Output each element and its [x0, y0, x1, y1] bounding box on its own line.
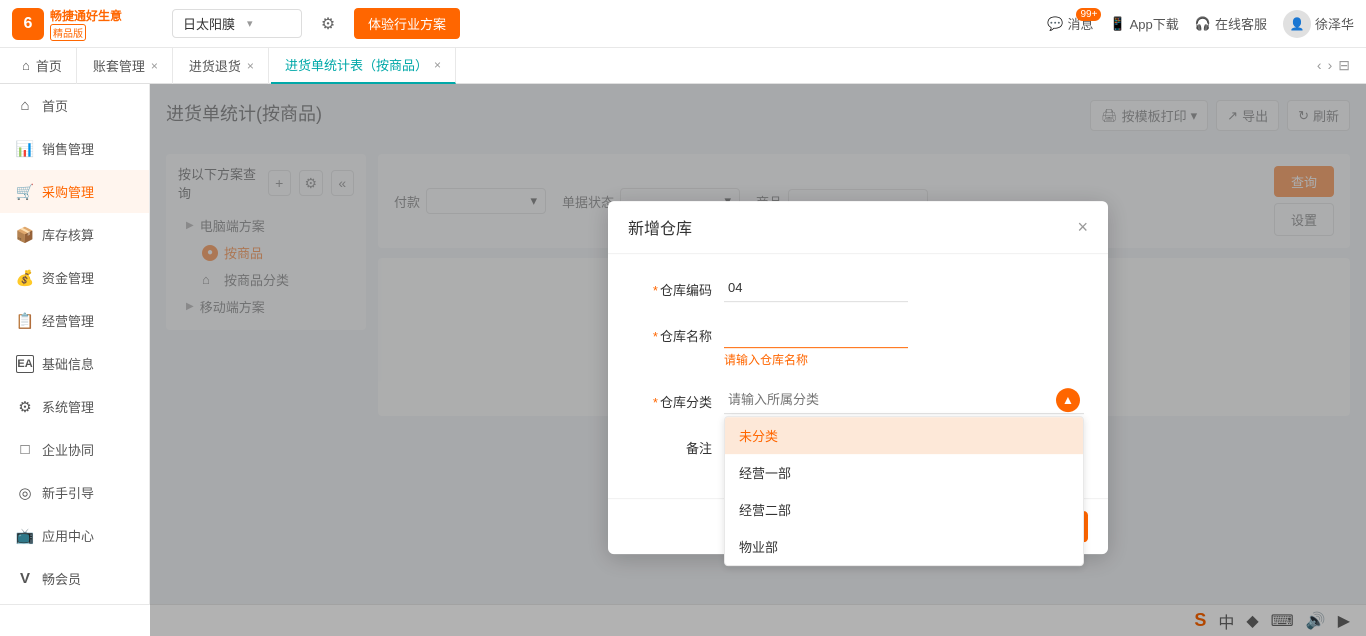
logo-text: 畅捷通好生意 精品版 [50, 7, 122, 41]
sales-icon: 📊 [16, 140, 34, 158]
guide-icon: ◎ [16, 484, 34, 502]
name-row: *仓库名称 请输入仓库名称 [632, 320, 1084, 368]
tab-next-button[interactable]: › [1328, 57, 1333, 74]
sidebar-item-apps[interactable]: 📺 应用中心 [0, 514, 149, 557]
modal-body: *仓库编码 *仓库名称 请输入仓库名称 [608, 254, 1108, 498]
code-input-wrap [724, 274, 1084, 302]
tab-purchase-stats[interactable]: 进货单统计表（按商品） × [271, 48, 456, 84]
store-selector[interactable]: 日太阳膜 ▾ [172, 9, 302, 38]
category-row: *仓库分类 ▲ 未分类 经营一部 经营二部 物业部 [632, 386, 1084, 414]
top-right-area: 💬 消息 99+ 📱 App下载 🎧 在线客服 👤 徐泽华 [1047, 10, 1354, 38]
sidebar-item-guide[interactable]: ◎ 新手引导 [0, 471, 149, 514]
code-label: *仓库编码 [632, 274, 712, 299]
purchase-icon: 🛒 [16, 183, 34, 201]
modal-title: 新增仓库 [628, 215, 692, 239]
sidebar-item-home[interactable]: ⌂ 首页 [0, 84, 149, 127]
category-label: *仓库分类 [632, 386, 712, 411]
top-bar: 6 畅捷通好生意 精品版 日太阳膜 ▾ ⚙ 体验行业方案 💬 消息 99+ 📱 … [0, 0, 1366, 48]
inventory-icon: 📦 [16, 226, 34, 244]
basic-info-icon: EA [16, 355, 34, 373]
sidebar-item-basic-info[interactable]: EA 基础信息 [0, 342, 149, 385]
phone-icon: 📱 [1109, 16, 1125, 32]
code-row: *仓库编码 [632, 274, 1084, 302]
home-icon: ⌂ [16, 97, 34, 115]
apps-icon: 📺 [16, 527, 34, 545]
system-icon: ⚙ [16, 398, 34, 416]
sidebar-item-vip[interactable]: V 畅会员 [0, 557, 149, 600]
modal-close-button[interactable]: × [1077, 217, 1088, 238]
tab-close-purchase-return[interactable]: × [247, 59, 254, 73]
dropdown-item-0[interactable]: 未分类 [725, 417, 1083, 454]
online-service-button[interactable]: 🎧 在线客服 [1195, 14, 1267, 33]
notes-label: 备注 [632, 432, 712, 457]
sidebar-item-inventory[interactable]: 📦 库存核算 [0, 213, 149, 256]
sidebar-item-sales[interactable]: 📊 销售管理 [0, 127, 149, 170]
vip-icon: V [16, 570, 34, 588]
avatar: 👤 [1283, 10, 1311, 38]
dropdown-item-3[interactable]: 物业部 [725, 528, 1083, 565]
sidebar-item-finance[interactable]: 💰 资金管理 [0, 256, 149, 299]
app-download-button[interactable]: 📱 App下载 [1109, 14, 1178, 33]
new-warehouse-modal: 新增仓库 × *仓库编码 *仓库名称 [608, 201, 1108, 554]
content-area: 进货单统计(按商品) 🖨 按模板打印 ▾ ↗ 导出 ↻ 刷新 [150, 84, 1366, 636]
tab-purchase-return[interactable]: 进货退货 × [175, 48, 269, 84]
tab-close-accounts[interactable]: × [151, 59, 158, 73]
tab-menu-button[interactable]: ⊟ [1338, 57, 1350, 74]
trial-button[interactable]: 体验行业方案 [354, 8, 460, 39]
message-button[interactable]: 💬 消息 99+ [1047, 14, 1093, 33]
gear-icon: ⚙ [321, 14, 335, 34]
tab-close-purchase-stats[interactable]: × [434, 58, 441, 72]
category-dropdown: 未分类 经营一部 经营二部 物业部 [724, 416, 1084, 566]
logo-icon: 6 [12, 8, 44, 40]
home-icon: ⌂ [22, 58, 30, 73]
gear-button[interactable]: ⚙ [312, 8, 344, 40]
management-icon: 📋 [16, 312, 34, 330]
tab-accounts[interactable]: 账套管理 × [79, 48, 173, 84]
sidebar-item-enterprise[interactable]: □ 企业协同 [0, 428, 149, 471]
tab-prev-button[interactable]: ‹ [1317, 57, 1322, 74]
sidebar-item-system[interactable]: ⚙ 系统管理 [0, 385, 149, 428]
sidebar: ⌂ 首页 📊 销售管理 🛒 采购管理 📦 库存核算 💰 资金管理 📋 经营管理 … [0, 84, 150, 636]
finance-icon: 💰 [16, 269, 34, 287]
user-menu[interactable]: 👤 徐泽华 [1283, 10, 1354, 38]
dropdown-item-2[interactable]: 经营二部 [725, 491, 1083, 528]
logo-area: 6 畅捷通好生意 精品版 [12, 7, 162, 41]
category-input[interactable] [724, 386, 1084, 414]
modal-header: 新增仓库 × [608, 201, 1108, 254]
tab-home[interactable]: ⌂ 首页 [8, 48, 77, 84]
category-toggle-button[interactable]: ▲ [1056, 388, 1080, 412]
main-layout: ⌂ 首页 📊 销售管理 🛒 采购管理 📦 库存核算 💰 资金管理 📋 经营管理 … [0, 84, 1366, 636]
name-error-text: 请输入仓库名称 [724, 351, 1084, 368]
sidebar-item-management[interactable]: 📋 经营管理 [0, 299, 149, 342]
sidebar-item-purchase[interactable]: 🛒 采购管理 [0, 170, 149, 213]
category-input-wrap: ▲ 未分类 经营一部 经营二部 物业部 [724, 386, 1084, 414]
dropdown-item-1[interactable]: 经营一部 [725, 454, 1083, 491]
message-icon: 💬 [1047, 16, 1063, 32]
tab-bar: ⌂ 首页 账套管理 × 进货退货 × 进货单统计表（按商品） × ‹ › ⊟ [0, 48, 1366, 84]
headset-icon: 🎧 [1195, 16, 1211, 32]
code-input[interactable] [724, 274, 908, 302]
name-input-wrap: 请输入仓库名称 [724, 320, 1084, 368]
name-label: *仓库名称 [632, 320, 712, 345]
enterprise-icon: □ [16, 441, 34, 459]
name-input[interactable] [724, 320, 908, 348]
